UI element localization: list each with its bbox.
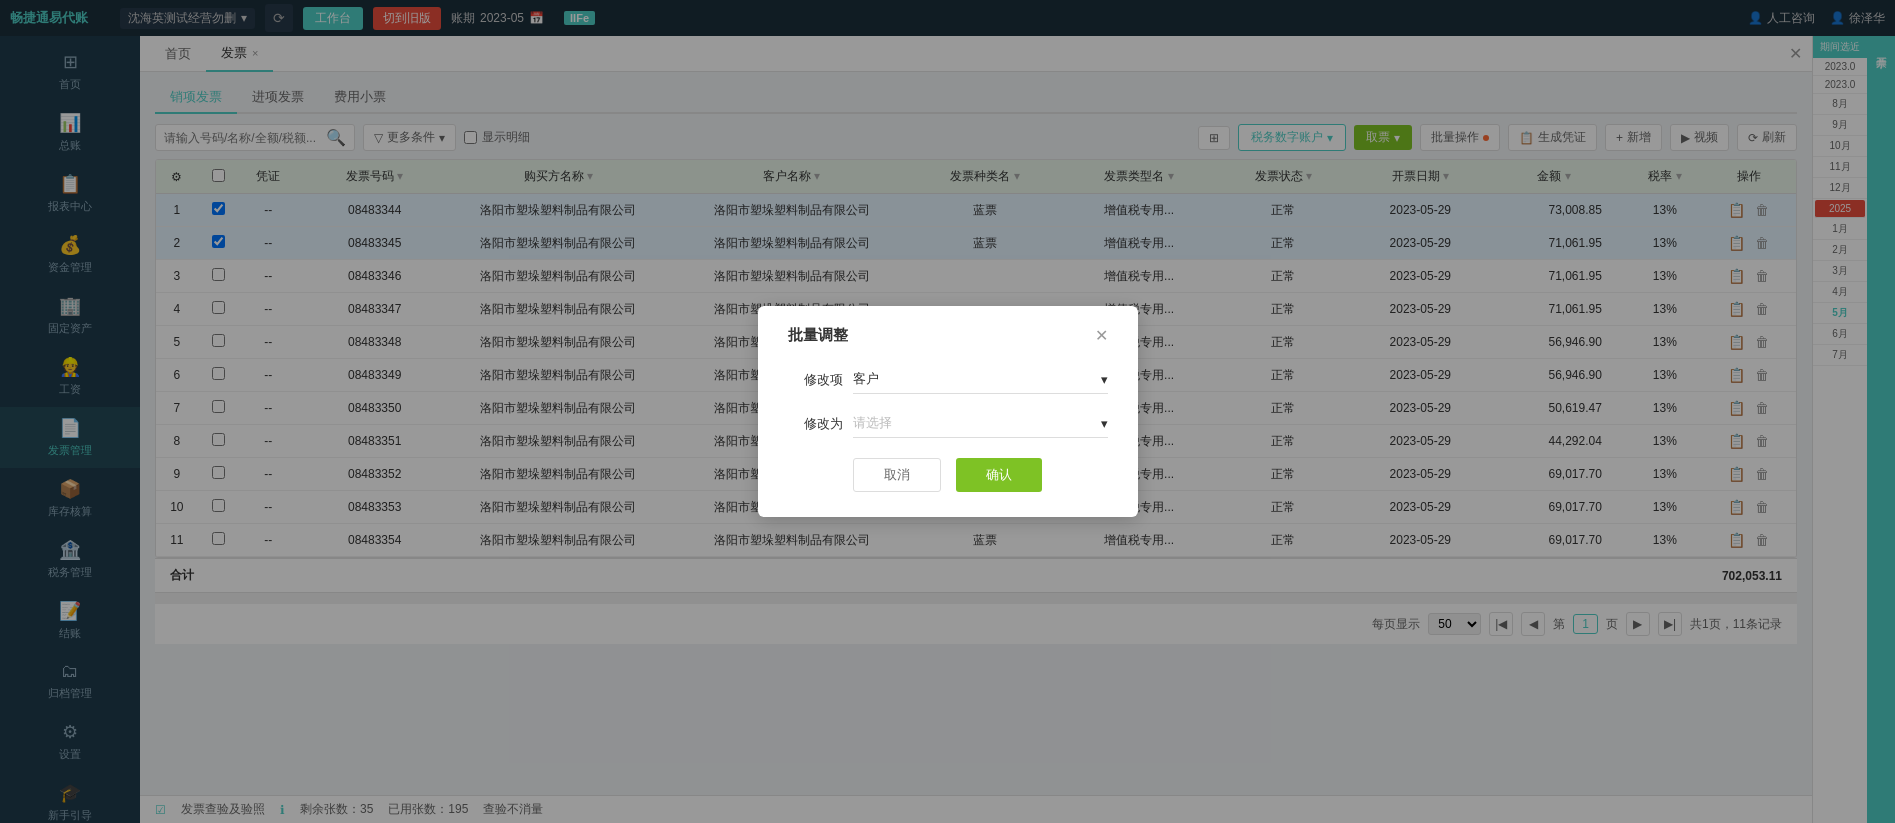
modal-value-row: 修改为 请选择 ▾	[788, 409, 1108, 438]
modal-value-select[interactable]: 请选择 ▾	[853, 409, 1108, 438]
modal-close-button[interactable]: ✕	[1095, 326, 1108, 345]
modal-title: 批量调整	[788, 326, 848, 345]
modal-field-select[interactable]: 客户 ▾	[853, 365, 1108, 394]
batch-adjust-modal: 批量调整 ✕ 修改项 客户 ▾ 修改为 请选择 ▾ 取消 确认	[758, 306, 1138, 517]
modal-value-label: 修改为	[788, 415, 843, 433]
modal-field-dropdown-icon: ▾	[1101, 372, 1108, 387]
modal-confirm-button[interactable]: 确认	[956, 458, 1042, 492]
modal-overlay[interactable]: 批量调整 ✕ 修改项 客户 ▾ 修改为 请选择 ▾ 取消 确认	[0, 0, 1895, 823]
modal-field-row: 修改项 客户 ▾	[788, 365, 1108, 394]
modal-field-label: 修改项	[788, 371, 843, 389]
modal-value-dropdown-icon: ▾	[1101, 416, 1108, 431]
modal-footer: 取消 确认	[788, 458, 1108, 492]
modal-field-value: 客户	[853, 370, 879, 388]
modal-header: 批量调整 ✕	[788, 326, 1108, 345]
modal-cancel-button[interactable]: 取消	[853, 458, 941, 492]
modal-value-placeholder: 请选择	[853, 414, 892, 432]
